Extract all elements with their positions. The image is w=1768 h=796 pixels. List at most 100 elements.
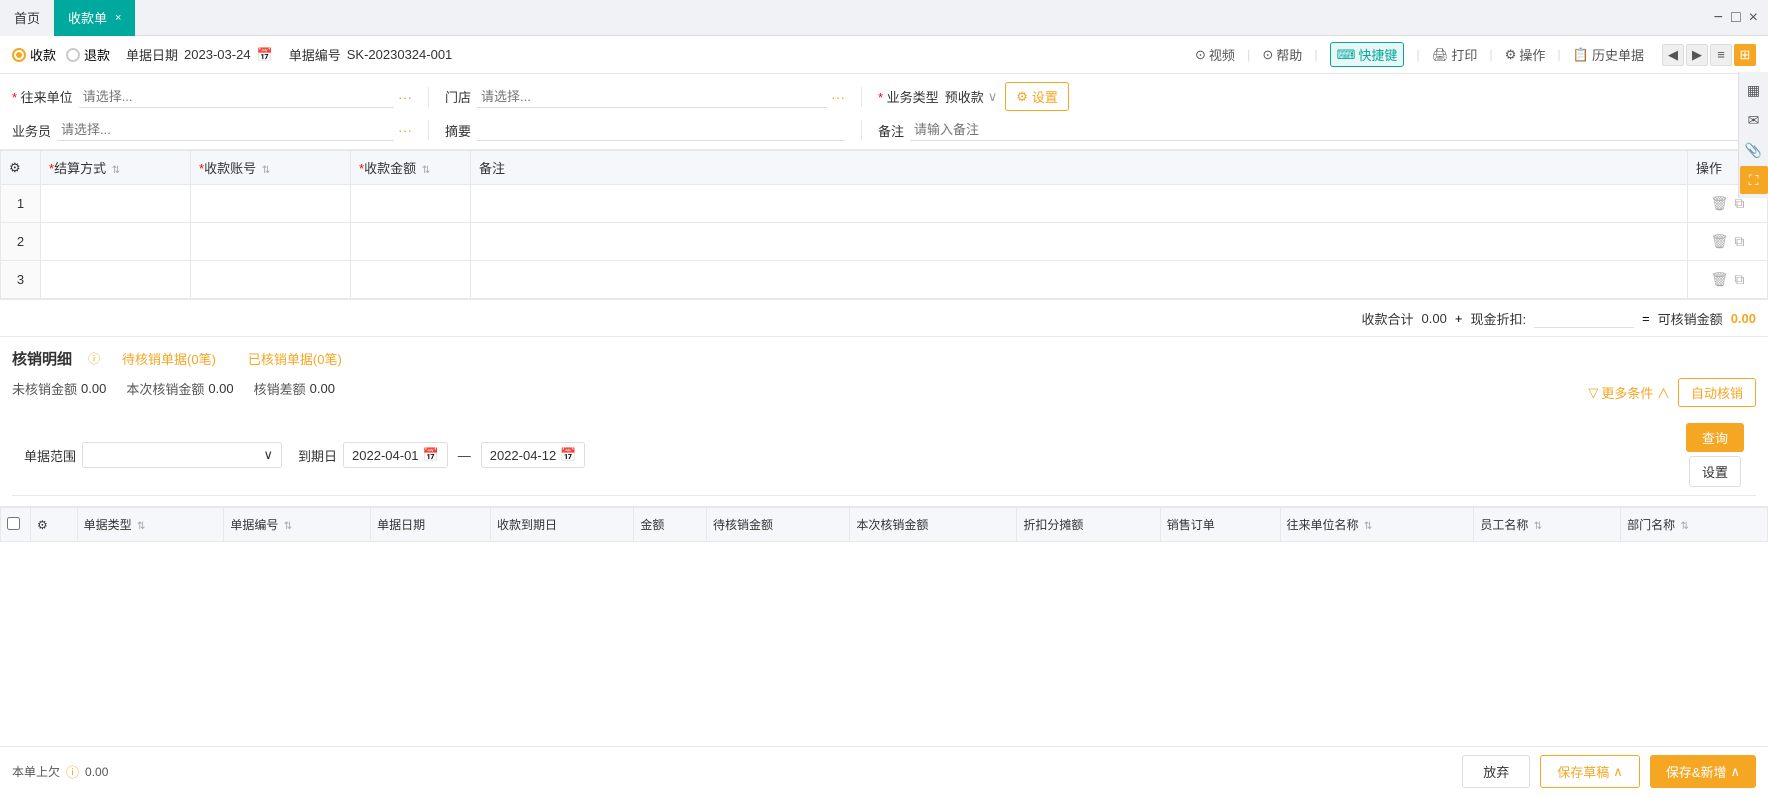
more-conditions-btn[interactable]: ▽ 更多条件 ∧ xyxy=(1588,383,1670,402)
settings-col-header[interactable]: ⚙ xyxy=(1,151,41,185)
delete-row-2-btn[interactable]: 🗑 xyxy=(1711,233,1729,250)
close-btn[interactable]: × xyxy=(1749,9,1758,27)
radio-refund[interactable]: 退款 xyxy=(66,45,110,64)
video-action[interactable]: ⊙ 视频 xyxy=(1195,45,1235,64)
date-to-picker[interactable]: 2022-04-12 📅 xyxy=(481,442,586,468)
summary-input[interactable] xyxy=(477,119,845,141)
delete-row-1-btn[interactable]: 🗑 xyxy=(1711,195,1729,212)
business-type-dropdown[interactable]: ∨ xyxy=(988,89,998,105)
print-action[interactable]: 🖨 打印 xyxy=(1432,45,1478,64)
right-panel-table-btn[interactable]: ▦ xyxy=(1740,76,1768,104)
amount-cell-3[interactable] xyxy=(351,261,471,299)
remark-input[interactable] xyxy=(910,119,1756,141)
due-date-filter: 到期日 2022-04-01 📅 — 2022-04-12 📅 xyxy=(298,442,585,468)
counterparty-input[interactable] xyxy=(79,86,394,108)
counterparty-more-btn[interactable]: ··· xyxy=(398,89,412,105)
right-panel-clip-btn[interactable]: 📎 xyxy=(1740,136,1768,164)
sort-account[interactable]: ⇅ xyxy=(262,165,270,176)
save-draft-btn[interactable]: 保存草稿 ∧ xyxy=(1540,755,1640,788)
video-label: 视频 xyxy=(1209,45,1235,64)
diff-stat: 核销差额 0.00 xyxy=(254,379,335,398)
copy-row-3-btn[interactable]: ⧉ xyxy=(1734,271,1744,288)
filter-settings-btn[interactable]: 设置 xyxy=(1689,456,1741,487)
filter-icon: ▽ xyxy=(1588,385,1598,401)
settings-btn[interactable]: ⚙ 设置 xyxy=(1005,82,1069,111)
settle-cell-3[interactable] xyxy=(41,261,191,299)
minimize-btn[interactable]: − xyxy=(1714,9,1723,27)
sort-settle[interactable]: ⇅ xyxy=(112,165,120,176)
prev-btn[interactable]: ◀ xyxy=(1662,44,1684,66)
salesman-label: 业务员 xyxy=(12,121,51,140)
table-footer: 收款合计 0.00 + 现金折扣: = 可核销金额 0.00 xyxy=(0,300,1768,337)
total-label: 收款合计 xyxy=(1362,309,1414,328)
right-panel-camera-btn[interactable]: ⛶ xyxy=(1740,166,1768,194)
active-tab[interactable]: 收款单 × xyxy=(54,0,135,36)
range-select[interactable]: ∨ xyxy=(82,442,282,468)
close-tab-icon[interactable]: × xyxy=(115,12,121,24)
date-value[interactable]: 2023-03-24 xyxy=(184,47,251,62)
sort-amount[interactable]: ⇅ xyxy=(422,165,430,176)
operations-action[interactable]: ⚙ 操作 xyxy=(1505,45,1546,64)
shortcut-action[interactable]: ⌨ 快捷键 xyxy=(1330,42,1405,67)
toolbar: 收款 退款 单据日期 2023-03-24 📅 单据编号 SK-20230324… xyxy=(0,36,1768,74)
settle-cell-2[interactable] xyxy=(41,223,191,261)
history-action[interactable]: 📋 历史单据 xyxy=(1573,45,1644,64)
remark-cell-2[interactable] xyxy=(471,223,1688,261)
window-controls: − □ × xyxy=(1714,9,1768,27)
history-icon: 📋 xyxy=(1573,47,1589,63)
number-value[interactable]: SK-20230324-001 xyxy=(347,47,453,62)
remark-cell-1[interactable] xyxy=(471,185,1688,223)
maximize-btn[interactable]: □ xyxy=(1731,9,1741,27)
home-tab[interactable]: 首页 xyxy=(0,0,54,36)
done-tab[interactable]: 已核销单据(0笔) xyxy=(238,347,352,370)
salesman-more-btn[interactable]: ··· xyxy=(398,122,412,138)
current-label: 本次核销金额 xyxy=(126,379,204,398)
store-input[interactable] xyxy=(477,86,827,108)
amount-cell-2[interactable] xyxy=(351,223,471,261)
store-more-btn[interactable]: ··· xyxy=(831,89,845,105)
discard-btn[interactable]: 放弃 xyxy=(1462,755,1530,788)
query-btn[interactable]: 查询 xyxy=(1686,423,1744,452)
pending-tab-label: 待核销单据(0笔) xyxy=(122,352,216,367)
store-field: 门店 ··· xyxy=(445,86,845,108)
checkbox-col-header[interactable] xyxy=(1,508,31,542)
account-cell-2[interactable] xyxy=(191,223,351,261)
settings-col[interactable]: ⚙ xyxy=(31,508,78,542)
shortcut-icon: ⌨ xyxy=(1337,47,1356,63)
select-all-checkbox[interactable] xyxy=(7,517,20,530)
save-new-arrow: ∧ xyxy=(1730,764,1740,780)
next-btn[interactable]: ▶ xyxy=(1686,44,1708,66)
employee-col: 员工名称 ⇅ xyxy=(1474,508,1621,542)
date-from-picker[interactable]: 2022-04-01 📅 xyxy=(343,442,448,468)
settle-cell-1[interactable] xyxy=(41,185,191,223)
table-settings-icon[interactable]: ⚙ xyxy=(9,160,21,175)
salesman-input[interactable] xyxy=(57,119,394,141)
list-view-btn[interactable]: ≡ xyxy=(1710,44,1732,66)
account-cell-3[interactable] xyxy=(191,261,351,299)
copy-row-2-btn[interactable]: ⧉ xyxy=(1734,233,1744,250)
remark-cell-3[interactable] xyxy=(471,261,1688,299)
range-label: 单据范围 xyxy=(24,446,76,465)
row-index-2: 2 xyxy=(1,223,41,261)
radio-receipt[interactable]: 收款 xyxy=(12,45,56,64)
help-action[interactable]: ⊙ 帮助 xyxy=(1262,45,1302,64)
row-index-3: 3 xyxy=(1,261,41,299)
receipt-type-radio: 收款 退款 xyxy=(12,45,110,64)
discount-input[interactable] xyxy=(1534,308,1634,328)
auto-verify-btn[interactable]: 自动核销 xyxy=(1678,378,1756,407)
bottom-info-icon[interactable]: ⓘ xyxy=(66,762,79,781)
delete-row-3-btn[interactable]: 🗑 xyxy=(1711,271,1729,288)
account-cell-1[interactable] xyxy=(191,185,351,223)
date-from-value: 2022-04-01 xyxy=(352,448,419,463)
grid-view-btn[interactable]: ⊞ xyxy=(1734,44,1756,66)
right-panel-email-btn[interactable]: ✉ xyxy=(1740,106,1768,134)
date-separator: — xyxy=(458,448,471,463)
sales-order-col: 销售订单 xyxy=(1160,508,1280,542)
help-label: 帮助 xyxy=(1276,45,1302,64)
save-new-btn[interactable]: 保存&新增 ∧ xyxy=(1650,755,1756,788)
settings-label: 设置 xyxy=(1032,87,1058,106)
pending-tab[interactable]: 待核销单据(0笔) xyxy=(112,347,226,370)
calendar-icon[interactable]: 📅 xyxy=(257,47,273,63)
amount-cell-1[interactable] xyxy=(351,185,471,223)
verify-info-icon[interactable]: ⓘ xyxy=(88,350,100,367)
